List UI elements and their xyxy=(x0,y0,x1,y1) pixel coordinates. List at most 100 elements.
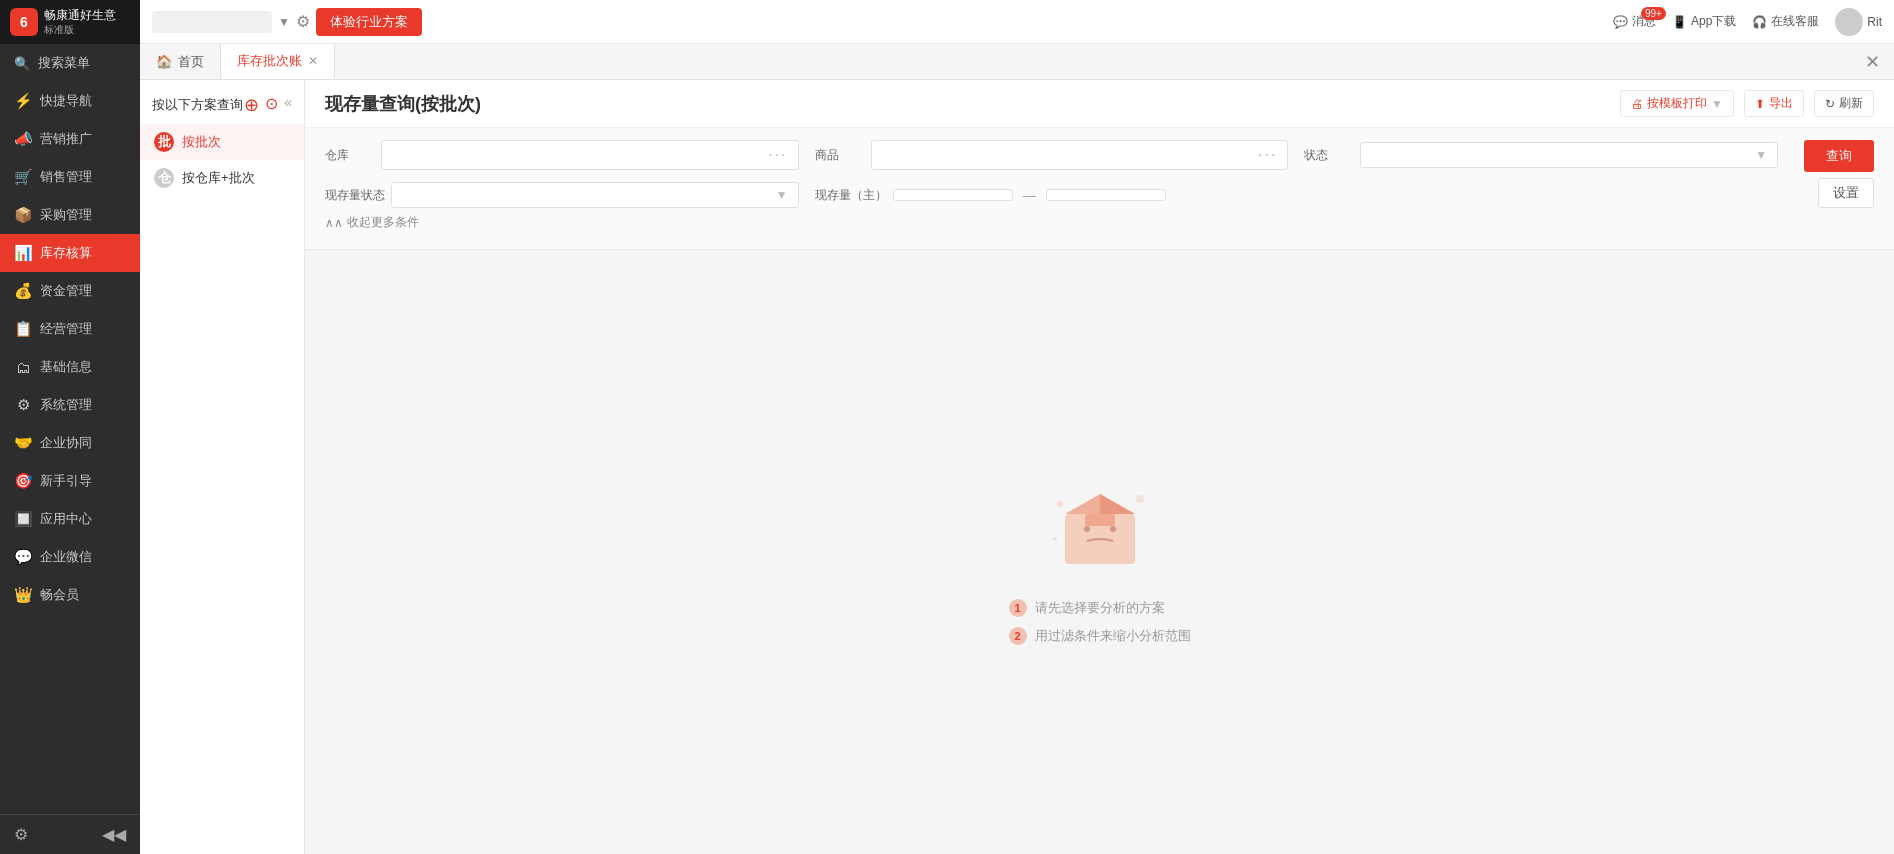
add-plan-icon[interactable]: ⊕ xyxy=(244,94,259,116)
plan-label-batch: 按批次 xyxy=(182,133,221,151)
sidebar: 6 畅康通好生意 标准版 🔍 搜索菜单 ⚡ 快捷导航 📣 营销推广 🛒 销售管理… xyxy=(0,0,140,854)
sidebar-item-basics[interactable]: 🗂 基础信息 xyxy=(0,348,140,386)
user-avatar xyxy=(1835,8,1863,36)
product-input[interactable]: ··· xyxy=(871,140,1289,170)
left-panel-header: 按以下方案查询 ⊕ ⊙ « xyxy=(140,90,304,124)
print-chevron-icon[interactable]: ▼ xyxy=(1711,97,1723,111)
collapse-panel-icon[interactable]: « xyxy=(284,94,292,116)
product-label: 商品 xyxy=(815,147,865,164)
empty-state-icon xyxy=(1040,459,1160,579)
nav-icon-sales: 🛒 xyxy=(14,168,32,186)
print-template-button[interactable]: 🖨 按模板打印 ▼ xyxy=(1620,90,1734,117)
nav-label: 库存核算 xyxy=(40,244,92,262)
sidebar-settings-icon[interactable]: ⚙ xyxy=(14,825,28,844)
topbar-chevron-icon[interactable]: ▼ xyxy=(278,15,290,29)
sidebar-footer: ⚙ ◀◀ xyxy=(0,814,140,854)
query-button[interactable]: 查询 xyxy=(1804,140,1874,172)
filter-product-field: 商品 ··· xyxy=(815,140,1289,170)
nav-label: 畅会员 xyxy=(40,586,79,604)
nav-icon-newbie: 🎯 xyxy=(14,472,32,490)
tab-inventory-batch[interactable]: 库存批次账 ✕ xyxy=(221,44,335,79)
nav-icon-purchase: 📦 xyxy=(14,206,32,224)
inventory-amount-from[interactable] xyxy=(893,189,1013,201)
status-select[interactable]: ▼ xyxy=(1360,142,1778,168)
phone-icon: 📱 xyxy=(1672,15,1687,29)
empty-tips: 1 请先选择要分析的方案 2 用过滤条件来缩小分析范围 xyxy=(1009,599,1191,645)
amount-dash: — xyxy=(1019,188,1040,203)
filter-row-1: 仓库 ··· 商品 ··· xyxy=(325,140,1778,170)
svg-marker-2 xyxy=(1100,494,1135,514)
warehouse-dots[interactable]: ··· xyxy=(768,146,787,164)
collapse-filter-button[interactable]: ∧∧ 收起更多条件 xyxy=(325,208,1874,237)
product-dots[interactable]: ··· xyxy=(1258,146,1277,164)
close-all-tabs-button[interactable]: ✕ xyxy=(1851,51,1894,73)
nav-label: 资金管理 xyxy=(40,282,92,300)
nav-icon-app-center: 🔲 xyxy=(14,510,32,528)
sidebar-item-members[interactable]: 👑 畅会员 xyxy=(0,576,140,614)
tab-close-icon[interactable]: ✕ xyxy=(308,54,318,68)
topbar-gear-icon[interactable]: ⚙ xyxy=(296,12,310,31)
app-download-action[interactable]: 📱 App下载 xyxy=(1672,13,1736,30)
sidebar-item-inventory[interactable]: 📊 库存核算 xyxy=(0,234,140,272)
nav-icon-enterprise: 🤝 xyxy=(14,434,32,452)
nav-icon-quick: ⚡ xyxy=(14,92,32,110)
online-service-label: 在线客服 xyxy=(1771,13,1819,30)
inventory-status-select[interactable]: ▼ xyxy=(391,182,799,208)
sidebar-item-marketing[interactable]: 📣 营销推广 xyxy=(0,120,140,158)
collapse-chevron-icon: ∧∧ xyxy=(325,216,343,230)
nav-label: 系统管理 xyxy=(40,396,92,414)
left-panel: 按以下方案查询 ⊕ ⊙ « 批 按批次 仓 按仓库+批次 xyxy=(140,80,305,854)
user-profile[interactable]: Rit xyxy=(1835,8,1882,36)
sidebar-collapse-icon[interactable]: ◀◀ xyxy=(102,825,126,844)
sidebar-item-purchase[interactable]: 📦 采购管理 xyxy=(0,196,140,234)
sidebar-item-operations[interactable]: 📋 经营管理 xyxy=(0,310,140,348)
sidebar-item-newbie[interactable]: 🎯 新手引导 xyxy=(0,462,140,500)
inventory-status-label: 现存量状态 xyxy=(325,187,385,204)
sidebar-item-system[interactable]: ⚙ 系统管理 xyxy=(0,386,140,424)
nav-label: 应用中心 xyxy=(40,510,92,528)
empty-state: 1 请先选择要分析的方案 2 用过滤条件来缩小分析范围 xyxy=(305,250,1894,854)
left-panel-icons: ⊕ ⊙ « xyxy=(244,94,292,116)
tabs-bar: 🏠 首页 库存批次账 ✕ ✕ xyxy=(140,44,1894,80)
nav-label: 营销推广 xyxy=(40,130,92,148)
plan-icon-batch: 批 xyxy=(154,132,174,152)
tab-home[interactable]: 🏠 首页 xyxy=(140,44,221,79)
sidebar-item-quick-nav[interactable]: ⚡ 快捷导航 xyxy=(0,82,140,120)
sidebar-item-finance[interactable]: 💰 资金管理 xyxy=(0,272,140,310)
svg-rect-3 xyxy=(1085,514,1115,526)
plan-item-by-warehouse-batch[interactable]: 仓 按仓库+批次 xyxy=(140,160,304,196)
page-header-actions: 🖨 按模板打印 ▼ ⬆ 导出 ↻ 刷新 xyxy=(1620,90,1874,117)
topbar-search-input[interactable] xyxy=(152,11,272,33)
left-panel-title: 按以下方案查询 xyxy=(152,96,243,114)
tab-home-label: 首页 xyxy=(178,53,204,71)
sidebar-item-enterprise[interactable]: 🤝 企业协同 xyxy=(0,424,140,462)
sidebar-item-wechat[interactable]: 💬 企业微信 xyxy=(0,538,140,576)
plan-item-by-batch[interactable]: 批 按批次 xyxy=(140,124,304,160)
inventory-amount-to[interactable] xyxy=(1046,189,1166,201)
sidebar-item-sales[interactable]: 🛒 销售管理 xyxy=(0,158,140,196)
refresh-icon: ↻ xyxy=(1825,97,1835,111)
main-area: ▼ ⚙ 体验行业方案 💬 消息 99+ 📱 App下载 🎧 在线客服 Rit xyxy=(140,0,1894,854)
refresh-button[interactable]: ↻ 刷新 xyxy=(1814,90,1874,117)
messages-action[interactable]: 💬 消息 99+ xyxy=(1613,13,1656,30)
print-icon: 🖨 xyxy=(1631,97,1643,111)
export-button[interactable]: ⬆ 导出 xyxy=(1744,90,1804,117)
online-service-action[interactable]: 🎧 在线客服 xyxy=(1752,13,1819,30)
sidebar-search[interactable]: 🔍 搜索菜单 xyxy=(0,44,140,82)
status-label: 状态 xyxy=(1304,147,1354,164)
empty-tip-2: 2 用过滤条件来缩小分析范围 xyxy=(1009,627,1191,645)
user-name: Rit xyxy=(1867,15,1882,29)
sidebar-item-app-center[interactable]: 🔲 应用中心 xyxy=(0,500,140,538)
tip-text-1: 请先选择要分析的方案 xyxy=(1035,599,1165,617)
filter-status-field: 状态 ▼ xyxy=(1304,142,1778,168)
nav-icon-system: ⚙ xyxy=(14,396,32,414)
settings-plan-icon[interactable]: ⊙ xyxy=(265,94,278,116)
inventory-status-chevron-icon: ▼ xyxy=(776,188,788,202)
status-chevron-icon: ▼ xyxy=(1755,148,1767,162)
svg-point-6 xyxy=(1057,501,1063,507)
nav-label: 经营管理 xyxy=(40,320,92,338)
warehouse-input[interactable]: ··· xyxy=(381,140,799,170)
experience-button[interactable]: 体验行业方案 xyxy=(316,8,422,36)
filter-settings-button[interactable]: 设置 xyxy=(1818,178,1874,208)
search-icon: 🔍 xyxy=(14,56,30,71)
